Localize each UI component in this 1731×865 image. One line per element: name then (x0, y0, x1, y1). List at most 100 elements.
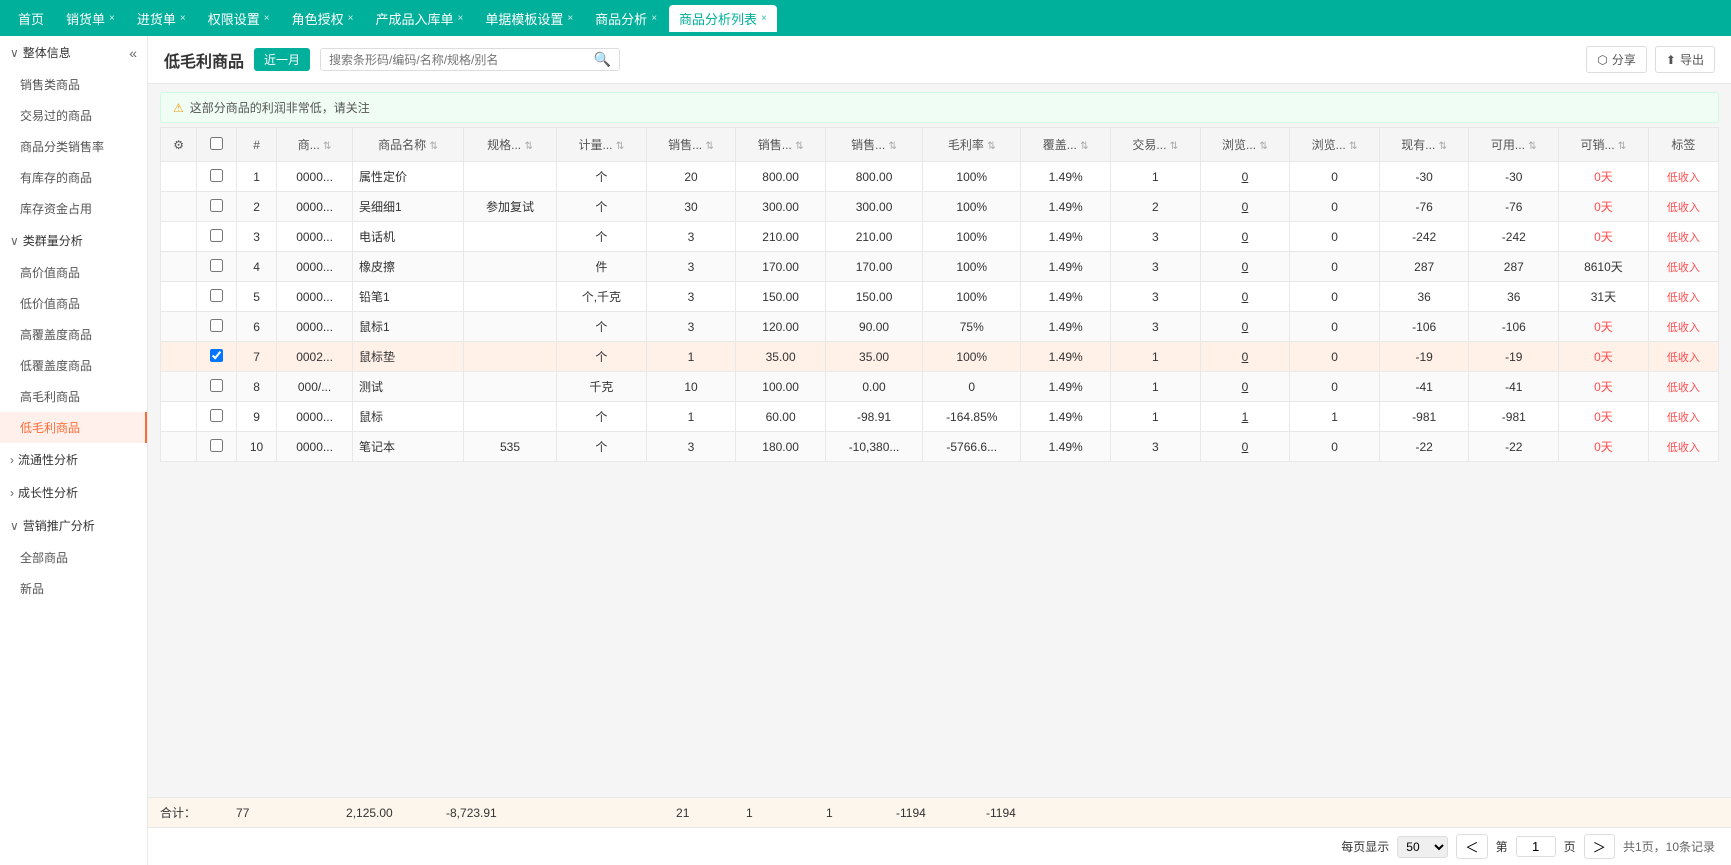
row-checkbox[interactable] (197, 312, 237, 342)
col-current[interactable]: 现有... ⇅ (1379, 128, 1469, 162)
row-select-checkbox[interactable] (210, 169, 223, 182)
row-sales-price: 35.00 (736, 342, 826, 372)
row-select-checkbox[interactable] (210, 289, 223, 302)
col-sales-price[interactable]: 销售... ⇅ (736, 128, 826, 162)
row-select-checkbox[interactable] (210, 349, 223, 362)
sidebar-item-high-gross[interactable]: 高毛利商品 (0, 381, 147, 412)
share-button[interactable]: ⬡ 分享 (1586, 46, 1647, 73)
row-view1[interactable]: 0 (1200, 222, 1290, 252)
page-number-input[interactable] (1516, 836, 1556, 857)
row-checkbox[interactable] (197, 372, 237, 402)
row-trans: 1 (1110, 342, 1200, 372)
nav-product-analysis-close[interactable]: × (651, 13, 657, 24)
row-view1[interactable]: 0 (1200, 432, 1290, 462)
prev-page-button[interactable]: ＜ (1456, 834, 1487, 859)
sidebar-item-high-coverage[interactable]: 高覆盖度商品 (0, 319, 147, 350)
nav-sales[interactable]: 销货单 × (56, 5, 125, 32)
row-select-checkbox[interactable] (210, 379, 223, 392)
row-view1[interactable]: 0 (1200, 372, 1290, 402)
row-view1[interactable]: 0 (1200, 252, 1290, 282)
select-all-checkbox[interactable] (210, 137, 223, 150)
nav-template-settings-close[interactable]: × (567, 13, 573, 24)
col-view2[interactable]: 浏览... ⇅ (1290, 128, 1380, 162)
row-settings (161, 342, 197, 372)
row-coverage: 1.49% (1021, 252, 1111, 282)
col-sales-profit[interactable]: 销售... ⇅ (825, 128, 922, 162)
sidebar-item-sales-goods[interactable]: 销售类商品 (0, 69, 147, 100)
row-view1[interactable]: 0 (1200, 282, 1290, 312)
row-checkbox[interactable] (197, 432, 237, 462)
row-checkbox[interactable] (197, 252, 237, 282)
search-icon[interactable]: 🔍 (594, 51, 611, 68)
col-code[interactable]: 商... ⇅ (277, 128, 353, 162)
nav-permissions[interactable]: 权限设置 × (198, 5, 280, 32)
row-select-checkbox[interactable] (210, 199, 223, 212)
nav-product-storage-close[interactable]: × (457, 13, 463, 24)
nav-purchase[interactable]: 进货单 × (127, 5, 196, 32)
collapse-icon[interactable]: « (129, 45, 137, 61)
sidebar-item-low-value[interactable]: 低价值商品 (0, 288, 147, 319)
nav-product-storage[interactable]: 产成品入库单 × (365, 5, 473, 32)
sidebar-item-stock-capital[interactable]: 库存资金占用 (0, 193, 147, 224)
nav-roles[interactable]: 角色授权 × (282, 5, 364, 32)
row-checkbox[interactable] (197, 342, 237, 372)
nav-purchase-close[interactable]: × (180, 13, 186, 24)
row-select-checkbox[interactable] (210, 409, 223, 422)
row-select-checkbox[interactable] (210, 229, 223, 242)
sidebar-group-circulation-header[interactable]: › 流通性分析 (0, 443, 147, 476)
nav-product-analysis[interactable]: 商品分析 × (585, 5, 667, 32)
row-view1[interactable]: 0 (1200, 342, 1290, 372)
table-row: 9 0000... 鼠标 个 1 60.00 -98.91 -164.85% 1… (161, 402, 1719, 432)
sidebar-item-all-goods[interactable]: 全部商品 (0, 542, 147, 573)
col-coverage[interactable]: 覆盖... ⇅ (1021, 128, 1111, 162)
sidebar-group-growth-header[interactable]: › 成长性分析 (0, 476, 147, 509)
sidebar-group-cluster-header[interactable]: ∨ 类群量分析 (0, 224, 147, 257)
sidebar-item-traded-goods[interactable]: 交易过的商品 (0, 100, 147, 131)
row-select-checkbox[interactable] (210, 259, 223, 272)
col-available[interactable]: 可用... ⇅ (1469, 128, 1559, 162)
nav-template-settings[interactable]: 单据模板设置 × (475, 5, 583, 32)
search-input[interactable] (329, 53, 594, 67)
nav-sales-close[interactable]: × (109, 13, 115, 24)
col-checkbox[interactable] (197, 128, 237, 162)
row-checkbox[interactable] (197, 402, 237, 432)
sidebar-item-low-gross[interactable]: 低毛利商品 (0, 412, 147, 443)
sidebar-group-overall-header[interactable]: ∨ 整体信息 « (0, 36, 147, 69)
sidebar-group-marketing-header[interactable]: ∨ 营销推广分析 (0, 509, 147, 542)
sidebar-item-low-coverage[interactable]: 低覆盖度商品 (0, 350, 147, 381)
row-checkbox[interactable] (197, 162, 237, 192)
row-checkbox[interactable] (197, 192, 237, 222)
nav-product-analysis-list-close[interactable]: × (761, 13, 767, 24)
row-select-checkbox[interactable] (210, 439, 223, 452)
row-view1[interactable]: 0 (1200, 192, 1290, 222)
row-select-checkbox[interactable] (210, 319, 223, 332)
col-name[interactable]: 商品名称 ⇅ (352, 128, 463, 162)
col-trans[interactable]: 交易... ⇅ (1110, 128, 1200, 162)
nav-roles-close[interactable]: × (348, 13, 354, 24)
row-view1[interactable]: 0 (1200, 312, 1290, 342)
row-checkbox[interactable] (197, 282, 237, 312)
col-spec[interactable]: 规格... ⇅ (463, 128, 556, 162)
sidebar-group-circulation: › 流通性分析 (0, 443, 147, 476)
col-sales-qty[interactable]: 销售... ⇅ (646, 128, 736, 162)
col-view1[interactable]: 浏览... ⇅ (1200, 128, 1290, 162)
col-sellable[interactable]: 可销... ⇅ (1559, 128, 1649, 162)
row-view1[interactable]: 1 (1200, 402, 1290, 432)
col-unit[interactable]: 计量... ⇅ (557, 128, 647, 162)
sidebar-item-new-goods[interactable]: 新品 (0, 573, 147, 604)
date-filter-button[interactable]: 近一月 (254, 48, 310, 71)
nav-permissions-close[interactable]: × (264, 13, 270, 24)
export-button[interactable]: ⬆ 导出 (1655, 46, 1715, 73)
col-settings[interactable]: ⚙ (161, 128, 197, 162)
row-checkbox[interactable] (197, 222, 237, 252)
nav-home[interactable]: 首页 (8, 5, 54, 32)
next-page-button[interactable]: ＞ (1584, 834, 1615, 859)
sidebar-item-high-value[interactable]: 高价值商品 (0, 257, 147, 288)
sidebar-item-stocked-goods[interactable]: 有库存的商品 (0, 162, 147, 193)
sidebar-item-category-sales-rate[interactable]: 商品分类销售率 (0, 131, 147, 162)
per-page-select[interactable]: 50 100 200 (1397, 836, 1448, 858)
col-gross-rate[interactable]: 毛利率 ⇅ (923, 128, 1021, 162)
row-num: 1 (236, 162, 276, 192)
row-view1[interactable]: 0 (1200, 162, 1290, 192)
nav-product-analysis-list[interactable]: 商品分析列表 × (669, 5, 777, 32)
